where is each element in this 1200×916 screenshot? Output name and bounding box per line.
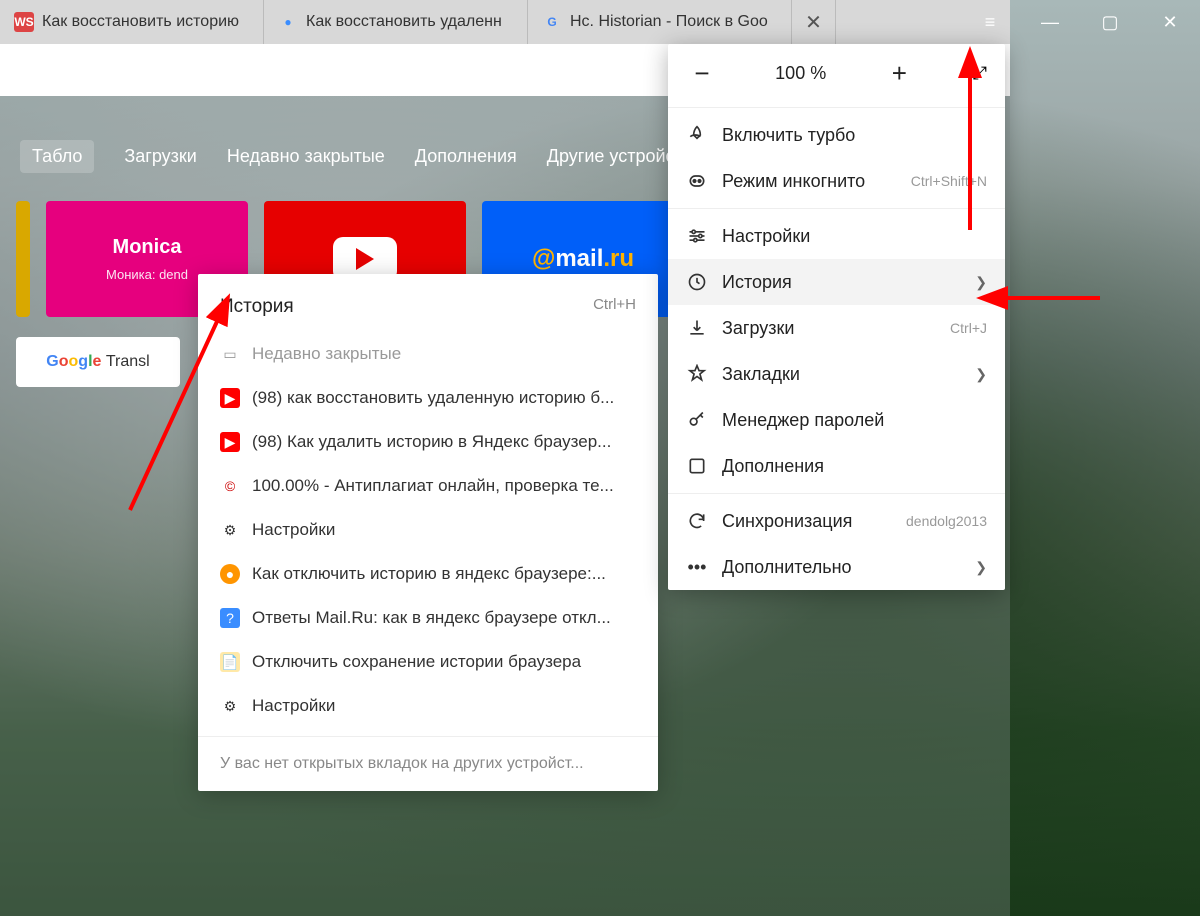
minimize-button[interactable]: —: [1020, 0, 1080, 44]
separator: [668, 493, 1005, 494]
chevron-right-icon: ❯: [975, 559, 987, 576]
history-item[interactable]: ▶ (98) как восстановить удаленную истори…: [198, 376, 658, 420]
google-logo: Google: [46, 353, 101, 371]
favicon-circle: ●: [278, 12, 298, 32]
gear-icon: ⚙: [220, 520, 240, 540]
zoom-in-button[interactable]: +: [883, 58, 915, 89]
history-submenu: История Ctrl+H ▭ Недавно закрытые ▶ (98)…: [198, 274, 658, 791]
favicon-ws: WS: [14, 12, 34, 32]
toolbar-addons[interactable]: Дополнения: [415, 140, 517, 173]
menu-passwords[interactable]: Менеджер паролей: [668, 397, 1005, 443]
history-item[interactable]: © 100.00% - Антиплагиат онлайн, проверка…: [198, 464, 658, 508]
key-icon: [686, 409, 708, 431]
history-item[interactable]: ▶ (98) Как удалить историю в Яндекс брау…: [198, 420, 658, 464]
zoom-row: − 100 % + ⤢: [668, 44, 1005, 103]
history-item[interactable]: ⚙ Настройки: [198, 508, 658, 552]
firefox-icon: ●: [220, 564, 240, 584]
history-item[interactable]: ● Как отключить историю в яндекс браузер…: [198, 552, 658, 596]
history-shortcut: Ctrl+H: [593, 296, 636, 318]
tab-1[interactable]: WS Как восстановить историю: [0, 0, 264, 44]
chevron-right-icon: ❯: [975, 366, 987, 383]
zoom-out-button[interactable]: −: [686, 58, 718, 89]
gear-icon: ⚙: [220, 696, 240, 716]
close-button[interactable]: ✕: [1140, 0, 1200, 44]
history-item[interactable]: ⚙ Настройки: [198, 684, 658, 728]
tile-title: Monica: [113, 236, 182, 259]
hamburger-menu-icon[interactable]: ≡: [960, 0, 1020, 44]
puzzle-icon: [686, 455, 708, 477]
zoom-value: 100 %: [775, 63, 826, 84]
toolbar-downloads[interactable]: Загрузки: [124, 140, 196, 173]
menu-incognito[interactable]: Режим инкогнито Ctrl+Shift+N: [668, 158, 1005, 204]
tab-title: Как восстановить удаленн: [306, 13, 502, 31]
toolbar-tablo[interactable]: Табло: [20, 140, 94, 173]
recent-icon: ▭: [220, 344, 240, 364]
history-item[interactable]: ? Ответы Mail.Ru: как в яндекс браузере …: [198, 596, 658, 640]
new-tab-close-area[interactable]: ✕: [792, 0, 836, 44]
menu-addons[interactable]: Дополнения: [668, 443, 1005, 489]
recently-closed-header: ▭ Недавно закрытые: [198, 332, 658, 376]
menu-turbo[interactable]: Включить турбо: [668, 112, 1005, 158]
menu-more[interactable]: ••• Дополнительно ❯: [668, 544, 1005, 590]
tile-sliver[interactable]: [16, 201, 30, 317]
history-footer: У вас нет открытых вкладок на других уст…: [198, 736, 658, 781]
maximize-button[interactable]: ▢: [1080, 0, 1140, 44]
tab-title: Как восстановить историю: [42, 13, 239, 31]
tile-subtitle: Моника: dend: [106, 267, 188, 282]
youtube-icon: ▶: [220, 388, 240, 408]
menu-settings[interactable]: Настройки: [668, 213, 1005, 259]
tab-2[interactable]: ● Как восстановить удаленн: [264, 0, 528, 44]
download-icon: [686, 317, 708, 339]
history-title: История: [220, 296, 294, 318]
menu-history[interactable]: История ❯: [668, 259, 1005, 305]
fullscreen-icon[interactable]: ⤢: [973, 63, 987, 84]
toolbar-recent[interactable]: Недавно закрытые: [227, 140, 385, 173]
youtube-icon: ▶: [220, 432, 240, 452]
history-header[interactable]: История Ctrl+H: [198, 290, 658, 332]
main-menu: − 100 % + ⤢ Включить турбо Режим инкогни…: [668, 44, 1005, 590]
sync-icon: [686, 510, 708, 532]
menu-downloads[interactable]: Загрузки Ctrl+J: [668, 305, 1005, 351]
tab-strip: WS Как восстановить историю ● Как восста…: [0, 0, 1010, 44]
chevron-right-icon: ❯: [975, 274, 987, 291]
dots-icon: •••: [686, 556, 708, 578]
tab-title: Hc. Historian - Поиск в Goo: [570, 13, 768, 31]
history-icon: [686, 271, 708, 293]
toolbar-devices[interactable]: Другие устройст: [547, 140, 683, 173]
menu-bookmarks[interactable]: Закладки ❯: [668, 351, 1005, 397]
note-icon: 📄: [220, 652, 240, 672]
favicon-google: G: [542, 12, 562, 32]
tile-google-translate[interactable]: Google Transl: [16, 337, 180, 387]
copyright-icon: ©: [220, 476, 240, 496]
history-item[interactable]: 📄 Отключить сохранение истории браузера: [198, 640, 658, 684]
tab-3[interactable]: G Hc. Historian - Поиск в Goo: [528, 0, 792, 44]
separator: [668, 208, 1005, 209]
rocket-icon: [686, 124, 708, 146]
menu-sync[interactable]: Синхронизация dendolg2013: [668, 498, 1005, 544]
mailru-logo: @mail.ru: [532, 245, 634, 273]
sliders-icon: [686, 225, 708, 247]
separator: [668, 107, 1005, 108]
incognito-icon: [686, 170, 708, 192]
question-icon: ?: [220, 608, 240, 628]
star-icon: [686, 363, 708, 385]
window-controls: ≡ — ▢ ✕: [960, 0, 1200, 44]
